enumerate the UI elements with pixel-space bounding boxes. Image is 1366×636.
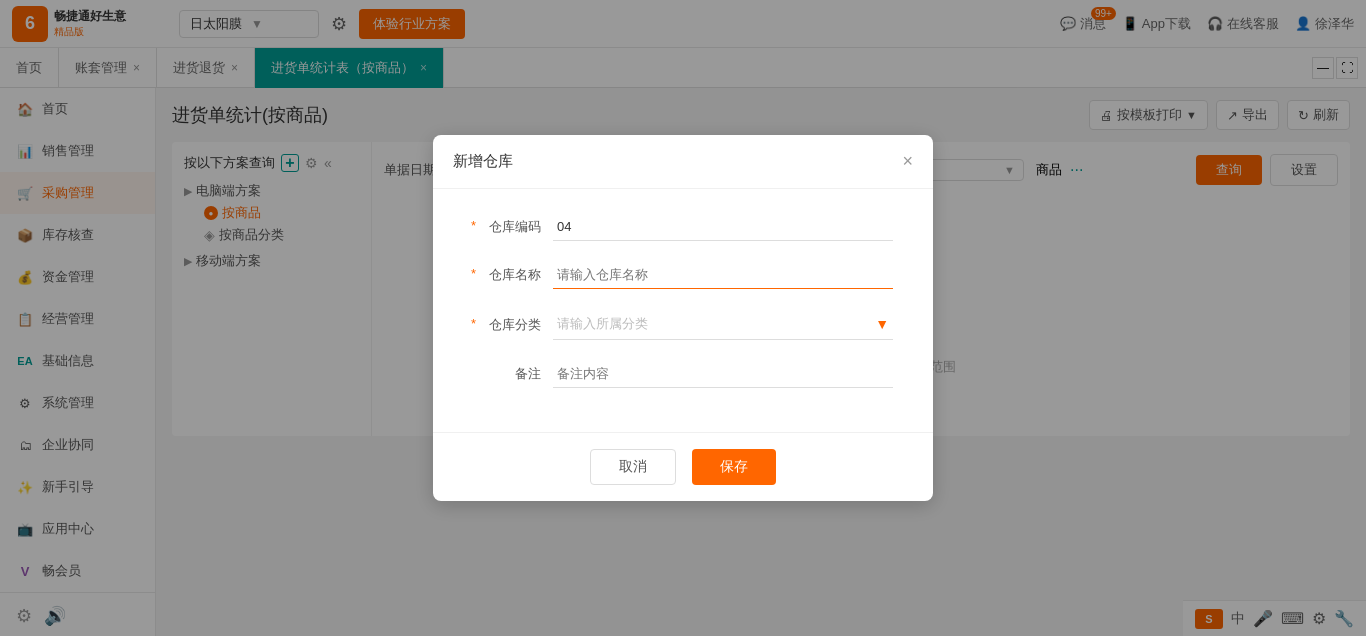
note-input[interactable] — [553, 360, 893, 388]
modal-overlay: 新增仓库 × 仓库编码 仓库名称 仓库分类 请输入所属分类 ▼ — [0, 0, 1366, 636]
save-button[interactable]: 保存 — [692, 449, 776, 485]
form-row-code: 仓库编码 — [473, 213, 893, 241]
category-label: 仓库分类 — [473, 316, 553, 334]
note-label: 备注 — [473, 365, 553, 383]
form-row-name: 仓库名称 — [473, 261, 893, 289]
modal-close-button[interactable]: × — [902, 151, 913, 172]
form-row-note: 备注 — [473, 360, 893, 388]
name-input[interactable] — [553, 261, 893, 289]
form-row-category: 仓库分类 请输入所属分类 ▼ — [473, 309, 893, 340]
modal-header: 新增仓库 × — [433, 135, 933, 189]
modal-footer: 取消 保存 — [433, 432, 933, 501]
code-input[interactable] — [553, 213, 893, 241]
cancel-button[interactable]: 取消 — [590, 449, 676, 485]
chevron-down-icon: ▼ — [875, 316, 889, 332]
modal-body: 仓库编码 仓库名称 仓库分类 请输入所属分类 ▼ 备注 — [433, 189, 933, 432]
code-label: 仓库编码 — [473, 218, 553, 236]
modal-title: 新增仓库 — [453, 152, 513, 171]
category-select[interactable]: 请输入所属分类 ▼ — [553, 309, 893, 340]
new-warehouse-modal: 新增仓库 × 仓库编码 仓库名称 仓库分类 请输入所属分类 ▼ — [433, 135, 933, 501]
name-label: 仓库名称 — [473, 266, 553, 284]
